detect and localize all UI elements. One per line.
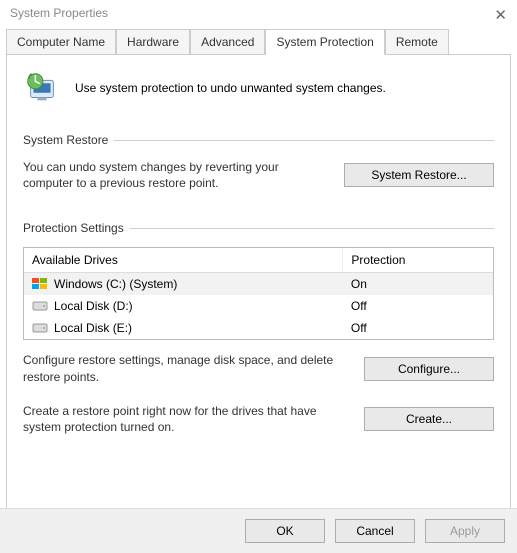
drive-protection: Off bbox=[343, 317, 493, 339]
table-row[interactable]: Local Disk (E:) Off bbox=[24, 317, 493, 339]
group-title-protection-settings: Protection Settings bbox=[23, 221, 124, 235]
tab-remote[interactable]: Remote bbox=[385, 29, 449, 55]
drive-name: Local Disk (E:) bbox=[54, 321, 132, 335]
drive-name: Windows (C:) (System) bbox=[54, 277, 177, 291]
tab-panel: Use system protection to undo unwanted s… bbox=[6, 54, 511, 514]
col-header-protection[interactable]: Protection bbox=[343, 248, 493, 273]
disk-drive-icon bbox=[32, 322, 48, 334]
col-header-drives[interactable]: Available Drives bbox=[24, 248, 343, 273]
window-title: System Properties bbox=[10, 6, 108, 24]
configure-button[interactable]: Configure... bbox=[364, 357, 494, 381]
divider bbox=[130, 228, 494, 229]
tab-system-protection[interactable]: System Protection bbox=[265, 29, 384, 55]
tab-hardware[interactable]: Hardware bbox=[116, 29, 190, 55]
tab-strip: Computer Name Hardware Advanced System P… bbox=[0, 29, 517, 55]
cancel-button[interactable]: Cancel bbox=[335, 519, 415, 543]
system-restore-button[interactable]: System Restore... bbox=[344, 163, 494, 187]
apply-button[interactable]: Apply bbox=[425, 519, 505, 543]
create-desc: Create a restore point right now for the… bbox=[23, 403, 352, 435]
drives-table: Available Drives Protection Windows (C:)… bbox=[23, 247, 494, 340]
tab-computer-name[interactable]: Computer Name bbox=[6, 29, 116, 55]
system-restore-desc: You can undo system changes by reverting… bbox=[23, 159, 332, 191]
group-title-system-restore: System Restore bbox=[23, 133, 108, 147]
divider bbox=[114, 140, 494, 141]
tab-advanced[interactable]: Advanced bbox=[190, 29, 265, 55]
dialog-footer: OK Cancel Apply bbox=[0, 508, 517, 553]
ok-button[interactable]: OK bbox=[245, 519, 325, 543]
drive-protection: Off bbox=[343, 295, 493, 317]
drive-protection: On bbox=[343, 273, 493, 296]
windows-drive-icon bbox=[32, 278, 48, 290]
configure-desc: Configure restore settings, manage disk … bbox=[23, 352, 352, 384]
close-icon[interactable]: ✕ bbox=[494, 6, 507, 24]
system-protection-icon bbox=[23, 69, 61, 107]
table-row[interactable]: Windows (C:) (System) On bbox=[24, 273, 493, 296]
create-button[interactable]: Create... bbox=[364, 407, 494, 431]
disk-drive-icon bbox=[32, 300, 48, 312]
table-row[interactable]: Local Disk (D:) Off bbox=[24, 295, 493, 317]
drive-name: Local Disk (D:) bbox=[54, 299, 133, 313]
intro-text: Use system protection to undo unwanted s… bbox=[75, 81, 386, 95]
